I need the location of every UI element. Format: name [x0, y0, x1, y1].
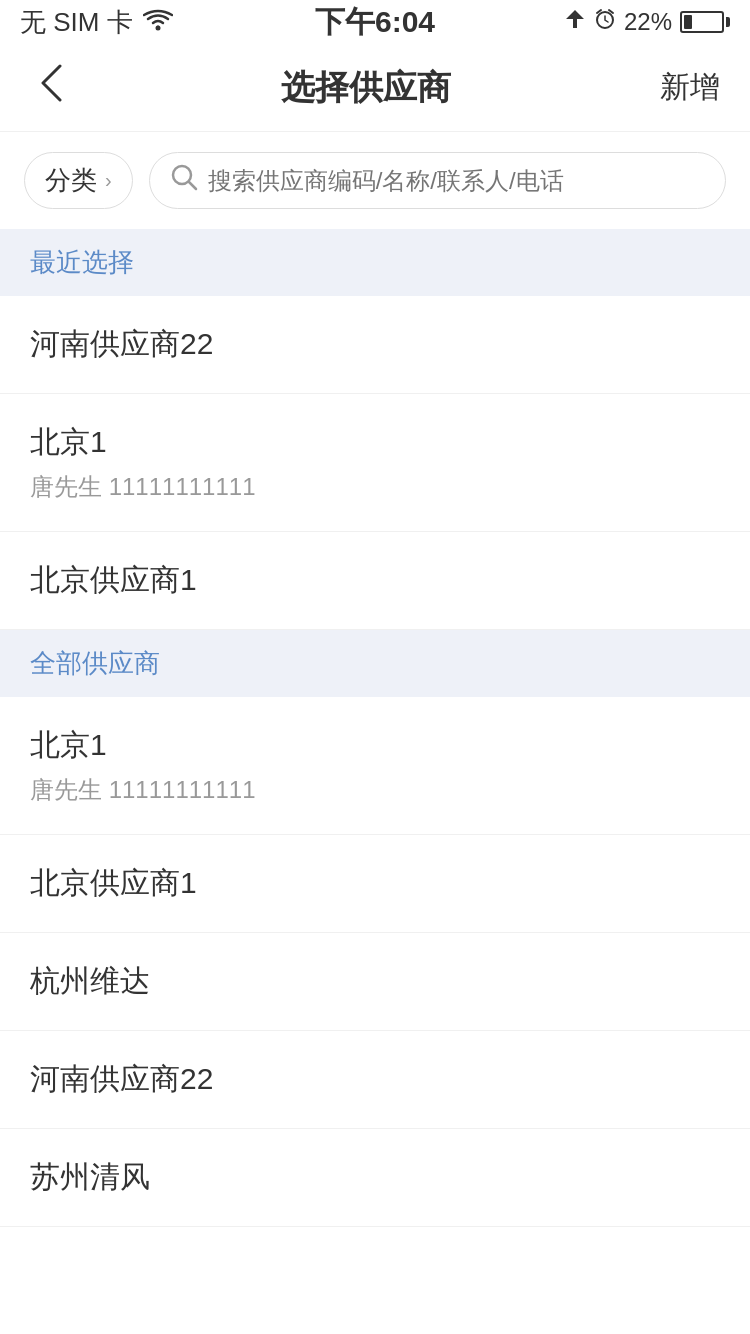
supplier-name: 河南供应商22 [30, 1059, 720, 1100]
list-item-a2[interactable]: 北京供应商1 [0, 835, 750, 933]
category-label: 分类 [45, 163, 97, 198]
battery-percent: 22% [624, 8, 672, 36]
nav-bar: 选择供应商 新增 [0, 44, 750, 132]
location-icon [564, 8, 586, 36]
status-bar: 无 SIM 卡 下午6:04 [0, 0, 750, 44]
supplier-contact: 唐先生 11111111111 [30, 471, 720, 503]
chevron-right-icon: › [105, 169, 112, 192]
back-button[interactable] [30, 54, 72, 121]
supplier-name: 北京供应商1 [30, 863, 720, 904]
list-item-r2[interactable]: 北京1 唐先生 11111111111 [0, 394, 750, 532]
carrier-label: 无 SIM 卡 [20, 5, 133, 40]
alarm-icon [594, 8, 616, 36]
status-left: 无 SIM 卡 [20, 5, 173, 40]
status-time: 下午6:04 [315, 2, 435, 43]
filter-bar: 分类 › [0, 132, 750, 229]
list-item-a5[interactable]: 苏州清风 [0, 1129, 750, 1227]
list-item-a1[interactable]: 北京1 唐先生 11111111111 [0, 697, 750, 835]
supplier-name: 北京1 [30, 725, 720, 766]
battery-icon [680, 11, 730, 33]
svg-point-0 [155, 25, 160, 30]
supplier-contact: 唐先生 11111111111 [30, 774, 720, 806]
search-input[interactable] [208, 167, 705, 195]
supplier-name: 北京1 [30, 422, 720, 463]
supplier-name: 苏州清风 [30, 1157, 720, 1198]
search-icon [170, 163, 198, 198]
section-header-all: 全部供应商 [0, 630, 750, 697]
list-item-r1[interactable]: 河南供应商22 [0, 296, 750, 394]
list-item-a3[interactable]: 杭州维达 [0, 933, 750, 1031]
category-filter[interactable]: 分类 › [24, 152, 133, 209]
status-right: 22% [564, 8, 730, 36]
page-title: 选择供应商 [281, 65, 451, 111]
add-button[interactable]: 新增 [660, 67, 720, 108]
list-item-a4[interactable]: 河南供应商22 [0, 1031, 750, 1129]
list-item-r3[interactable]: 北京供应商1 [0, 532, 750, 630]
supplier-name: 河南供应商22 [30, 324, 720, 365]
supplier-name: 北京供应商1 [30, 560, 720, 601]
supplier-name: 杭州维达 [30, 961, 720, 1002]
wifi-icon [143, 7, 173, 38]
supplier-list: 最近选择河南供应商22 北京1 唐先生 11111111111 北京供应商1 全部供应商… [0, 229, 750, 1227]
section-header-recent: 最近选择 [0, 229, 750, 296]
search-box [149, 152, 726, 209]
